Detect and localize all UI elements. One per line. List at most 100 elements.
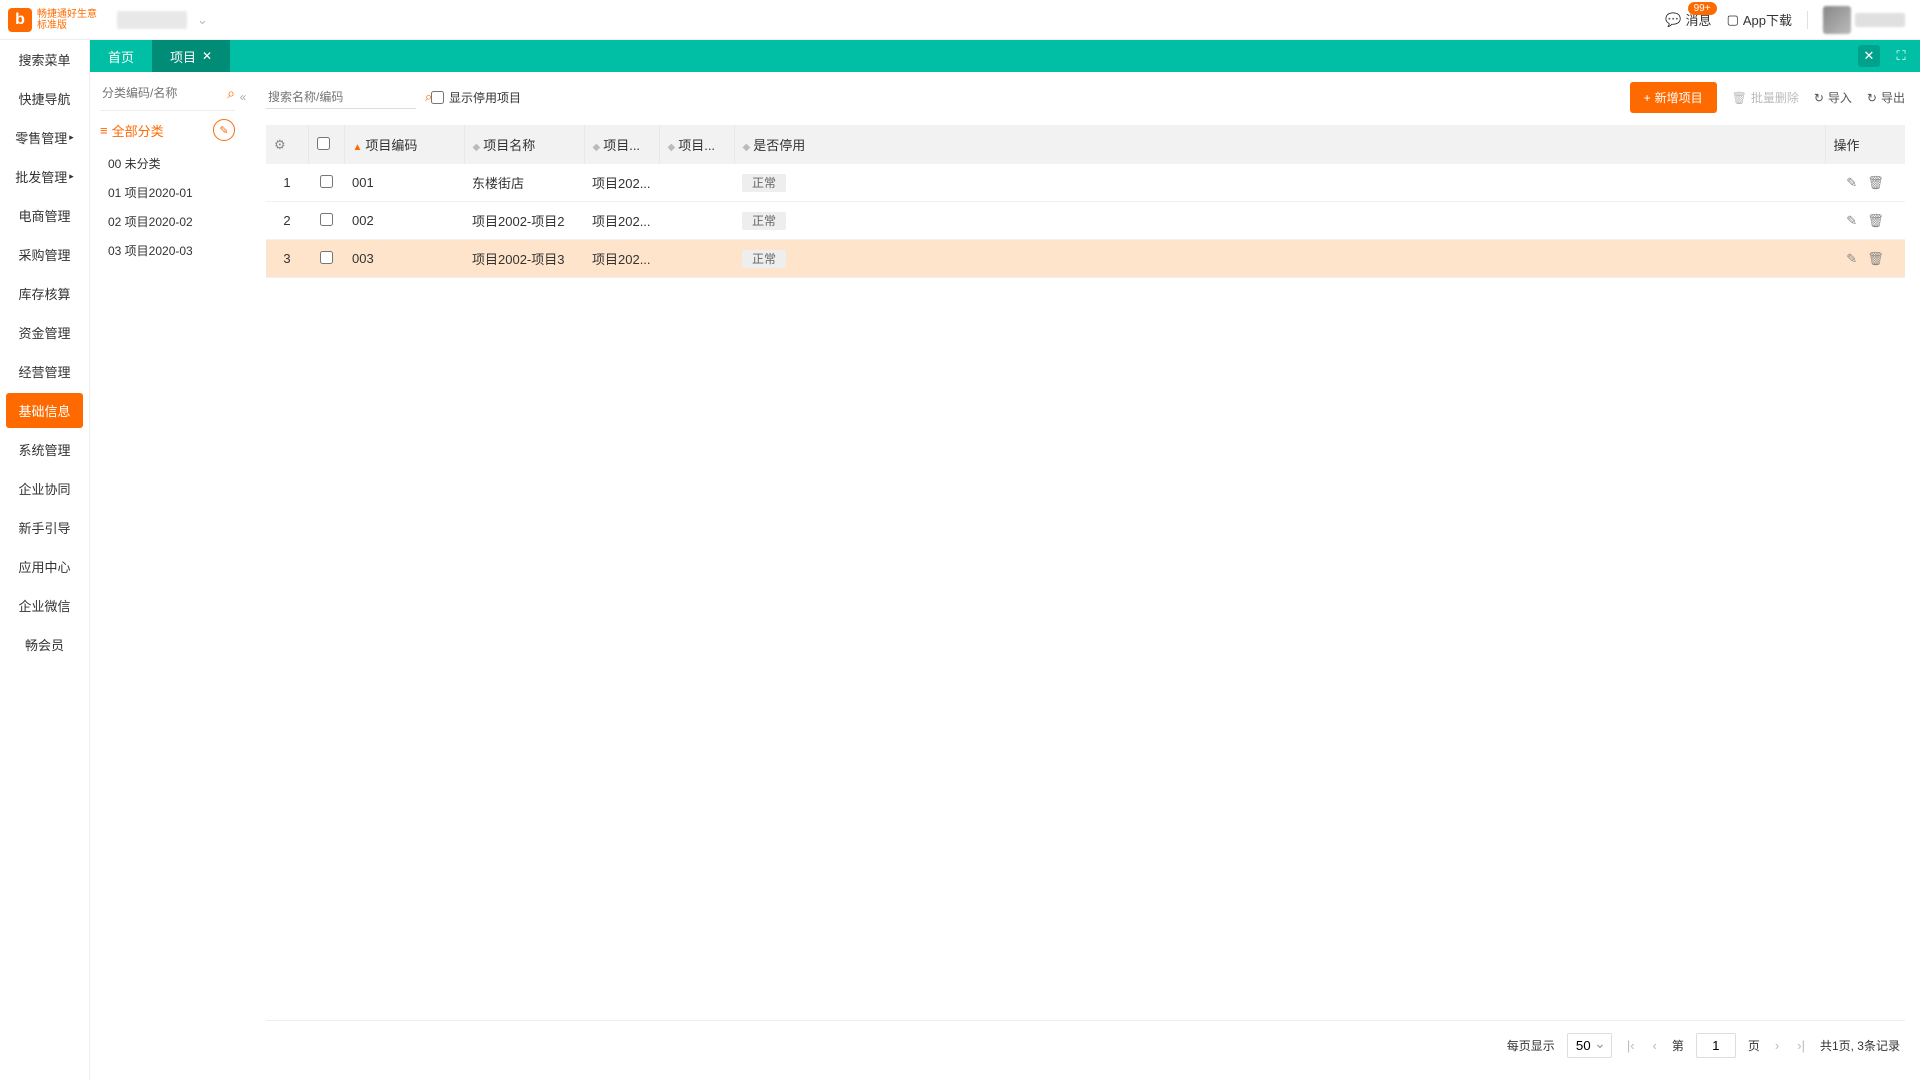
category-edit-button[interactable]: ✎: [213, 119, 235, 141]
mobile-icon: ▢: [1727, 12, 1739, 28]
trash-icon: 🗑: [1867, 251, 1884, 266]
nav-newbie[interactable]: 新手引导: [0, 508, 89, 547]
delete-button[interactable]: 🗑: [1867, 213, 1884, 229]
nav-quick[interactable]: 快捷导航: [0, 79, 89, 118]
user-menu[interactable]: [1823, 6, 1905, 34]
table-row[interactable]: 1 001 东楼街店 项目202... 正常 ✎ 🗑: [266, 164, 1905, 202]
tab-home[interactable]: 首页: [90, 40, 152, 72]
nav-procurement[interactable]: 采购管理: [0, 235, 89, 274]
select-all-checkbox[interactable]: [317, 137, 330, 150]
next-page-button[interactable]: ›: [1772, 1038, 1782, 1053]
delete-icon: 🗑: [1732, 91, 1747, 105]
org-name-blurred: [117, 11, 187, 29]
sort-icon: ◆: [743, 142, 751, 153]
nav-wholesale[interactable]: 批发管理▸: [0, 157, 89, 196]
nav-system[interactable]: 系统管理: [0, 430, 89, 469]
row-status: 正常: [734, 164, 1825, 202]
edit-button[interactable]: ✎: [1846, 175, 1857, 191]
show-disabled-label: 显示停用项目: [449, 89, 521, 106]
category-search-input[interactable]: [100, 82, 227, 104]
next-icon: ›: [1775, 1038, 1779, 1053]
chevron-down-icon: ⌄: [197, 12, 208, 28]
row-operations: ✎ 🗑: [1825, 202, 1905, 240]
import-button[interactable]: ↻ 导入: [1814, 89, 1852, 106]
show-disabled-checkbox[interactable]: 显示停用项目: [431, 89, 521, 106]
column-category-header[interactable]: ◆项目...: [584, 125, 659, 164]
table-panel: ⌕ 显示停用项目 + 新增项目 🗑: [251, 72, 1920, 1080]
column-name-header[interactable]: ◆项目名称: [464, 125, 584, 164]
row-category: 项目202...: [584, 202, 659, 240]
messages-button[interactable]: 💬 消息 99+: [1665, 10, 1711, 29]
left-nav: 搜索菜单 快捷导航 零售管理▸ 批发管理▸ 电商管理 采购管理 库存核算 资金管…: [0, 40, 90, 1080]
delete-button[interactable]: 🗑: [1867, 175, 1884, 191]
logo-text: 畅捷通好生意 标准版: [37, 9, 97, 31]
edit-button[interactable]: ✎: [1846, 251, 1857, 267]
nav-search[interactable]: 搜索菜单: [0, 40, 89, 79]
delete-button[interactable]: 🗑: [1867, 251, 1884, 267]
table-row[interactable]: 2 002 项目2002-项目2 项目202... 正常 ✎ 🗑: [266, 202, 1905, 240]
category-item[interactable]: 03 项目2020-03: [100, 236, 235, 265]
sort-icon: ▲: [353, 142, 363, 153]
close-all-button[interactable]: ✕: [1858, 45, 1880, 67]
checkbox-input[interactable]: [431, 91, 444, 104]
status-badge: 正常: [742, 212, 786, 230]
row-status: 正常: [734, 202, 1825, 240]
nav-inventory[interactable]: 库存核算: [0, 274, 89, 313]
nav-wecom[interactable]: 企业微信: [0, 586, 89, 625]
row-checkbox[interactable]: [320, 213, 333, 226]
search-icon[interactable]: ⌕: [227, 85, 235, 102]
nav-operation[interactable]: 经营管理: [0, 352, 89, 391]
category-search: ⌕: [100, 82, 235, 111]
status-badge: 正常: [742, 174, 786, 192]
collapse-button[interactable]: «: [240, 90, 247, 104]
tab-project[interactable]: 项目 ✕: [152, 40, 230, 72]
app-download-button[interactable]: ▢ App下载: [1727, 10, 1792, 29]
table-search-input[interactable]: [266, 86, 425, 108]
row-checkbox[interactable]: [320, 251, 333, 264]
table-row[interactable]: 3 003 项目2002-项目3 项目202... 正常 ✎ 🗑: [266, 240, 1905, 278]
column-classification-header[interactable]: ◆项目...: [659, 125, 734, 164]
close-icon[interactable]: ✕: [202, 49, 212, 63]
last-page-button[interactable]: ›|: [1794, 1038, 1808, 1053]
fullscreen-button[interactable]: ⛶: [1890, 45, 1912, 67]
per-page-label: 每页显示: [1507, 1037, 1555, 1054]
nav-ecommerce[interactable]: 电商管理: [0, 196, 89, 235]
org-selector[interactable]: ⌄: [117, 11, 208, 29]
batch-delete-button[interactable]: 🗑 批量删除: [1732, 89, 1799, 106]
logo-icon: b: [8, 8, 32, 32]
nav-member[interactable]: 畅会员: [0, 625, 89, 664]
nav-enterprise[interactable]: 企业协同: [0, 469, 89, 508]
nav-funds[interactable]: 资金管理: [0, 313, 89, 352]
page-size-select[interactable]: 50: [1567, 1033, 1612, 1058]
nav-appcenter[interactable]: 应用中心: [0, 547, 89, 586]
category-all[interactable]: ≡ 全部分类: [100, 121, 164, 140]
row-category: 项目202...: [584, 240, 659, 278]
edit-button[interactable]: ✎: [1846, 213, 1857, 229]
row-name: 东楼街店: [464, 164, 584, 202]
page-number-input[interactable]: [1696, 1033, 1736, 1058]
sort-icon: ◆: [593, 142, 601, 153]
category-item[interactable]: 02 项目2020-02: [100, 207, 235, 236]
column-disabled-header[interactable]: ◆是否停用: [734, 125, 1825, 164]
nav-retail[interactable]: 零售管理▸: [0, 118, 89, 157]
row-status: 正常: [734, 240, 1825, 278]
nav-basic[interactable]: 基础信息: [6, 393, 83, 428]
category-item[interactable]: 01 项目2020-01: [100, 178, 235, 207]
page-label: 第: [1672, 1037, 1684, 1054]
pagination: 每页显示 50 |‹ ‹ 第 页 › ›| 共1页, 3条记录: [266, 1020, 1905, 1070]
top-header: b 畅捷通好生意 标准版 ⌄ 💬 消息 99+ ▢ App下载: [0, 0, 1920, 40]
export-button[interactable]: ↻ 导出: [1867, 89, 1905, 106]
category-panel: ⌕ ≡ 全部分类 ✎ 00 未分类 01 项目2020-01 02 项目2020…: [90, 72, 235, 1080]
row-checkbox[interactable]: [320, 175, 333, 188]
first-page-button[interactable]: |‹: [1624, 1038, 1638, 1053]
prev-page-button[interactable]: ‹: [1650, 1038, 1660, 1053]
logo[interactable]: b 畅捷通好生意 标准版: [0, 8, 97, 32]
sort-icon: ◆: [668, 142, 676, 153]
add-new-button[interactable]: + 新增项目: [1630, 82, 1717, 113]
column-code-header[interactable]: ▲项目编码: [344, 125, 464, 164]
row-index: 2: [266, 202, 308, 240]
row-operations: ✎ 🗑: [1825, 240, 1905, 278]
category-item[interactable]: 00 未分类: [100, 149, 235, 178]
edit-icon: ✎: [1846, 175, 1857, 190]
column-settings[interactable]: ⚙: [266, 125, 308, 164]
